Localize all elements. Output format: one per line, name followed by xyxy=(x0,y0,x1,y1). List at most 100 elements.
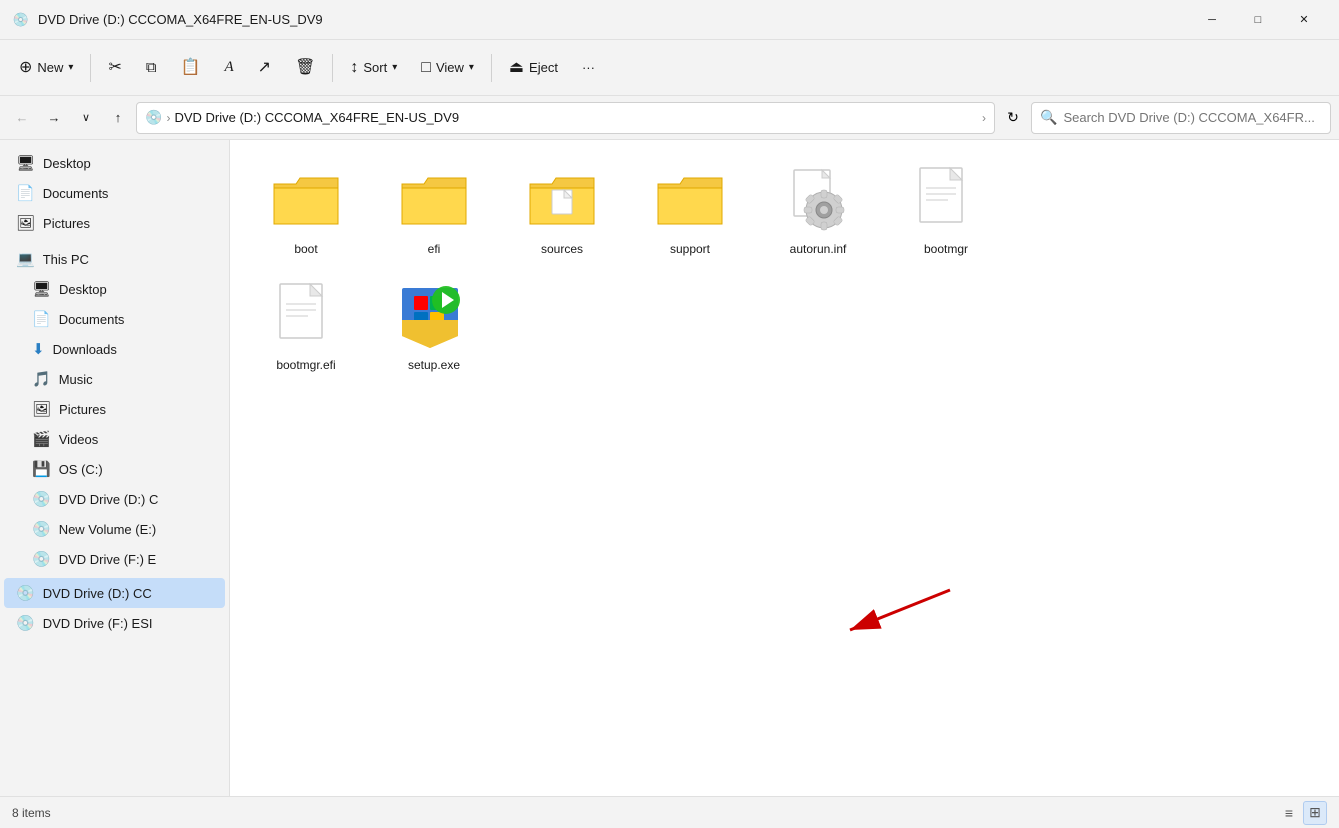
close-button[interactable]: ✕ xyxy=(1281,4,1327,36)
paste-icon: 📋 xyxy=(181,60,201,76)
sidebar-item-label: New Volume (E:) xyxy=(59,522,157,537)
sidebar-item-label: This PC xyxy=(43,252,89,267)
sidebar-item-label: Desktop xyxy=(59,282,107,297)
sidebar-item-music[interactable]: 🎵 Music xyxy=(4,364,225,394)
list-view-button[interactable]: ≡ xyxy=(1277,801,1301,825)
sidebar-item-dvd-d2[interactable]: 💿 DVD Drive (D:) CC xyxy=(4,578,225,608)
file-item-bootmgr[interactable]: bootmgr xyxy=(886,156,1006,264)
back-button[interactable]: ← xyxy=(8,104,36,132)
downloads-icon: ⬇ xyxy=(32,340,45,358)
sidebar-item-label: Documents xyxy=(59,312,125,327)
delete-button[interactable]: 🗑 xyxy=(284,50,326,86)
copy-button[interactable]: ⧉ xyxy=(135,50,168,86)
sidebar-item-label: Videos xyxy=(59,432,99,447)
search-input[interactable] xyxy=(1063,110,1322,125)
sidebar-item-desktop-top[interactable]: 🖥 Desktop xyxy=(4,148,225,178)
efi-label: efi xyxy=(428,242,441,256)
delete-icon: 🗑 xyxy=(295,60,315,76)
eject-icon: ⏏ xyxy=(509,60,524,76)
view-button[interactable]: □ View ▾ xyxy=(410,50,485,86)
search-icon: 🔍 xyxy=(1040,109,1057,126)
rename-button[interactable]: A xyxy=(214,50,245,86)
red-arrow-annotation xyxy=(790,570,990,650)
dvd-f2-icon: 💿 xyxy=(16,614,35,632)
grid-view-button[interactable]: ⊞ xyxy=(1303,801,1327,825)
new-button[interactable]: ⊕ New ▾ xyxy=(8,50,84,86)
eject-button[interactable]: ⏏ Eject xyxy=(498,50,569,86)
sidebar-item-pictures-pc[interactable]: 🖼 Pictures xyxy=(4,394,225,424)
main-layout: 🖥 Desktop 📄 Documents 🖼 Pictures 💻 This … xyxy=(0,140,1339,796)
sidebar-item-label: Pictures xyxy=(43,216,90,231)
pictures-top-icon: 🖼 xyxy=(16,214,35,232)
item-count: 8 items xyxy=(12,806,51,820)
new-label: New xyxy=(37,60,63,75)
sources-folder-icon xyxy=(526,164,598,236)
title-bar-title: DVD Drive (D:) CCCOMA_X64FRE_EN-US_DV9 xyxy=(38,12,1181,27)
dropdown-button[interactable]: ∨ xyxy=(72,104,100,132)
dvd-d2-icon: 💿 xyxy=(16,584,35,602)
file-item-setup[interactable]: setup.exe xyxy=(374,272,494,380)
sidebar-item-new-volume-e[interactable]: 💿 New Volume (E:) xyxy=(4,514,225,544)
sidebar-item-label: Downloads xyxy=(53,342,117,357)
sidebar-item-videos[interactable]: 🎬 Videos xyxy=(4,424,225,454)
cut-button[interactable]: ✂ xyxy=(97,50,132,86)
share-button[interactable]: ↗ xyxy=(247,50,282,86)
up-button[interactable]: ↑ xyxy=(104,104,132,132)
sidebar-item-this-pc[interactable]: 💻 This PC xyxy=(4,244,225,274)
sidebar-item-dvd-f[interactable]: 💿 DVD Drive (F:) E xyxy=(4,544,225,574)
toolbar-separator-2 xyxy=(332,54,333,82)
more-icon: ··· xyxy=(582,60,595,75)
sidebar-item-desktop-pc[interactable]: 🖥 Desktop xyxy=(4,274,225,304)
title-bar-controls: ─ □ ✕ xyxy=(1189,4,1327,36)
refresh-button[interactable]: ↻ xyxy=(999,104,1027,132)
file-item-autorun[interactable]: autorun.inf xyxy=(758,156,878,264)
music-icon: 🎵 xyxy=(32,370,51,388)
os-c-icon: 💾 xyxy=(32,460,51,478)
title-bar: 💿 DVD Drive (D:) CCCOMA_X64FRE_EN-US_DV9… xyxy=(0,0,1339,40)
file-item-bootmgr-efi[interactable]: bootmgr.efi xyxy=(246,272,366,380)
this-pc-section: 💻 This PC 🖥 Desktop 📄 Documents ⬇ Downlo… xyxy=(0,244,229,574)
path-text: DVD Drive (D:) CCCOMA_X64FRE_EN-US_DV9 xyxy=(174,110,978,125)
videos-icon: 🎬 xyxy=(32,430,51,448)
sidebar-item-downloads[interactable]: ⬇ Downloads xyxy=(4,334,225,364)
sort-icon: ↕ xyxy=(350,60,358,76)
sidebar-item-documents-top[interactable]: 📄 Documents xyxy=(4,178,225,208)
address-path[interactable]: 💿 › DVD Drive (D:) CCCOMA_X64FRE_EN-US_D… xyxy=(136,102,995,134)
efi-folder-icon xyxy=(398,164,470,236)
sidebar-item-dvd-f2[interactable]: 💿 DVD Drive (F:) ESI xyxy=(4,608,225,638)
autorun-label: autorun.inf xyxy=(790,242,847,256)
new-icon: ⊕ xyxy=(19,60,32,76)
view-icon: □ xyxy=(421,60,431,76)
minimize-button[interactable]: ─ xyxy=(1189,4,1235,36)
address-bar: ← → ∨ ↑ 💿 › DVD Drive (D:) CCCOMA_X64FRE… xyxy=(0,96,1339,140)
sidebar-item-label: DVD Drive (D:) CC xyxy=(43,586,152,601)
paste-button[interactable]: 📋 xyxy=(170,50,212,86)
toolbar-separator-3 xyxy=(491,54,492,82)
setup-label: setup.exe xyxy=(408,358,460,372)
file-item-sources[interactable]: sources xyxy=(502,156,622,264)
sidebar-item-documents-pc[interactable]: 📄 Documents xyxy=(4,304,225,334)
path-drive-icon: 💿 xyxy=(145,109,162,126)
forward-button[interactable]: → xyxy=(40,104,68,132)
sidebar-item-dvd-d[interactable]: 💿 DVD Drive (D:) C xyxy=(4,484,225,514)
new-volume-icon: 💿 xyxy=(32,520,51,538)
sidebar-item-label: OS (C:) xyxy=(59,462,103,477)
sort-button[interactable]: ↕ Sort ▾ xyxy=(339,50,408,86)
file-item-boot[interactable]: boot xyxy=(246,156,366,264)
bootmgr-efi-label: bootmgr.efi xyxy=(276,358,335,372)
files-grid-row2: bootmgr.efi xyxy=(246,272,1323,380)
sidebar-item-pictures-top[interactable]: 🖼 Pictures xyxy=(4,208,225,238)
copy-icon: ⧉ xyxy=(146,60,157,75)
cut-icon: ✂ xyxy=(108,60,121,76)
file-item-efi[interactable]: efi xyxy=(374,156,494,264)
maximize-button[interactable]: □ xyxy=(1235,4,1281,36)
search-box[interactable]: 🔍 xyxy=(1031,102,1331,134)
file-item-support[interactable]: support xyxy=(630,156,750,264)
rename-icon: A xyxy=(225,60,234,75)
sources-label: sources xyxy=(541,242,583,256)
sidebar-item-os-c[interactable]: 💾 OS (C:) xyxy=(4,454,225,484)
sidebar-item-label: Music xyxy=(59,372,93,387)
support-label: support xyxy=(670,242,710,256)
more-button[interactable]: ··· xyxy=(571,50,606,86)
sidebar-item-label: DVD Drive (D:) C xyxy=(59,492,159,507)
